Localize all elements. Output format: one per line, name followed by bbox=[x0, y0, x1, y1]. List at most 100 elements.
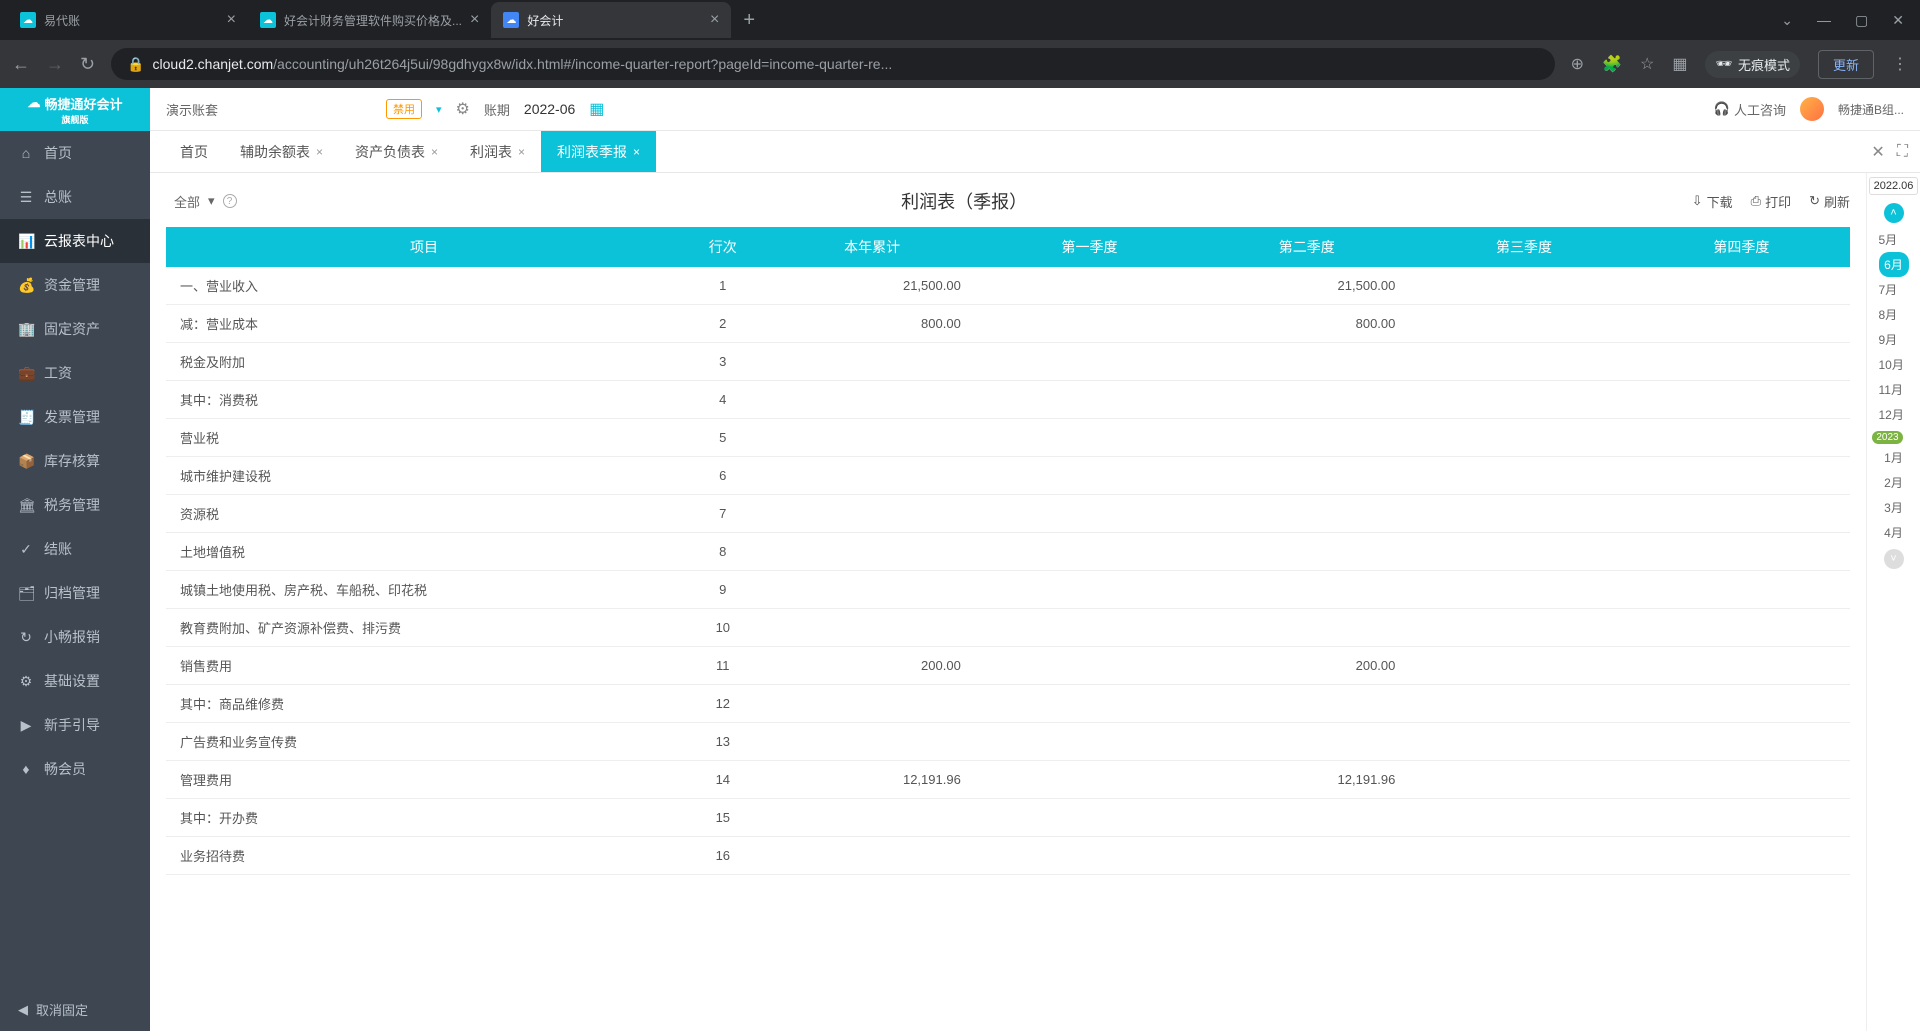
table-row[interactable]: 其中：商品维修费12 bbox=[166, 685, 1850, 723]
tab-close-icon[interactable]: × bbox=[227, 11, 236, 29]
table-cell: 教育费附加、矿产资源补偿费、排污费 bbox=[166, 609, 682, 647]
sidebar-item[interactable]: ✓结账 bbox=[0, 527, 150, 571]
tab-close-icon[interactable]: × bbox=[470, 11, 479, 29]
rail-month[interactable]: 1月 bbox=[1884, 445, 1903, 470]
browser-tab[interactable]: ☁好会计财务管理软件购买价格及...× bbox=[248, 2, 491, 38]
sidebar-item[interactable]: ↻小畅报销 bbox=[0, 615, 150, 659]
tab-close-icon[interactable]: × bbox=[518, 145, 525, 159]
tab-close-icon[interactable]: × bbox=[431, 145, 438, 159]
page-tab[interactable]: 首页 bbox=[164, 131, 224, 172]
update-button[interactable]: 更新 bbox=[1818, 50, 1874, 79]
back-button[interactable]: ← bbox=[12, 54, 30, 75]
disable-badge[interactable]: 禁用 bbox=[386, 99, 422, 119]
rail-month[interactable]: 5月 bbox=[1879, 227, 1909, 252]
bookmark-icon[interactable]: ☆ bbox=[1640, 54, 1654, 74]
table-row[interactable]: 教育费附加、矿产资源补偿费、排污费10 bbox=[166, 609, 1850, 647]
forward-button[interactable]: → bbox=[46, 54, 64, 75]
table-row[interactable]: 减：营业成本2800.00800.00 bbox=[166, 305, 1850, 343]
page-tab[interactable]: 资产负债表× bbox=[339, 131, 454, 172]
tab-close-icon[interactable]: × bbox=[633, 145, 640, 159]
sidebar-item[interactable]: ▶新手引导 bbox=[0, 703, 150, 747]
table-row[interactable]: 城镇土地使用税、房产税、车船税、印花税9 bbox=[166, 571, 1850, 609]
calendar-icon[interactable]: ▦ bbox=[589, 99, 604, 119]
table-row[interactable]: 其中：开办费15 bbox=[166, 799, 1850, 837]
table-row[interactable]: 销售费用11200.00200.00 bbox=[166, 647, 1850, 685]
table-row[interactable]: 城市维护建设税6 bbox=[166, 457, 1850, 495]
rail-year-label[interactable]: 2022.06 bbox=[1869, 177, 1919, 195]
table-cell bbox=[1415, 685, 1632, 723]
sidebar-item[interactable]: 🏢固定资产 bbox=[0, 307, 150, 351]
sidebar-item[interactable]: ☰总账 bbox=[0, 175, 150, 219]
sidebar-item[interactable]: ⚙基础设置 bbox=[0, 659, 150, 703]
rail-month[interactable]: 11月 bbox=[1879, 377, 1909, 402]
rail-month[interactable]: 8月 bbox=[1879, 302, 1909, 327]
refresh-button[interactable]: ↻刷新 bbox=[1809, 192, 1850, 211]
sidebar-item[interactable]: ♦畅会员 bbox=[0, 747, 150, 791]
table-row[interactable]: 其中：消费税4 bbox=[166, 381, 1850, 419]
print-button[interactable]: ⎙打印 bbox=[1751, 192, 1791, 211]
help-icon[interactable]: ? bbox=[223, 194, 237, 208]
download-button[interactable]: ⇩下载 bbox=[1692, 192, 1733, 211]
username[interactable]: 畅捷通B组... bbox=[1838, 101, 1904, 118]
table-cell bbox=[981, 267, 1198, 305]
sidebar-unpin[interactable]: ◀ 取消固定 bbox=[0, 988, 150, 1031]
rail-month[interactable]: 10月 bbox=[1879, 352, 1909, 377]
tab-close-icon[interactable]: × bbox=[316, 145, 323, 159]
sidebar-item[interactable]: 🏛税务管理 bbox=[0, 483, 150, 527]
profile-icon[interactable]: ▦ bbox=[1672, 54, 1687, 74]
address-bar[interactable]: 🔒 cloud2.chanjet.com/accounting/uh26t264… bbox=[111, 48, 1555, 80]
close-all-tabs-icon[interactable]: ✕ bbox=[1871, 142, 1884, 162]
sidebar-item[interactable]: ⌂首页 bbox=[0, 131, 150, 175]
browser-tab[interactable]: ☁易代账× bbox=[8, 2, 248, 38]
pin-icon: ◀ bbox=[18, 1002, 28, 1018]
table-row[interactable]: 营业税5 bbox=[166, 419, 1850, 457]
menu-icon[interactable]: ⋮ bbox=[1892, 54, 1908, 74]
filter-dropdown[interactable]: 全部 ▾ ? bbox=[166, 192, 237, 211]
table-row[interactable]: 税金及附加3 bbox=[166, 343, 1850, 381]
badge-caret-icon[interactable]: ▾ bbox=[436, 103, 442, 116]
sidebar-item[interactable]: 🧾发票管理 bbox=[0, 395, 150, 439]
report-table-scroll[interactable]: 项目行次本年累计第一季度第二季度第三季度第四季度 一、营业收入121,500.0… bbox=[166, 227, 1850, 1031]
logo[interactable]: ☁畅捷通好会计 旗舰版 bbox=[0, 88, 150, 131]
rail-month[interactable]: 3月 bbox=[1884, 495, 1903, 520]
rail-month[interactable]: 7月 bbox=[1879, 277, 1909, 302]
table-row[interactable]: 广告费和业务宣传费13 bbox=[166, 723, 1850, 761]
fullscreen-icon[interactable]: ⛶ bbox=[1897, 143, 1908, 161]
sidebar-item[interactable]: 🗂归档管理 bbox=[0, 571, 150, 615]
rail-scroll-down[interactable]: ˅ bbox=[1884, 549, 1904, 569]
zoom-icon[interactable]: ⊕ bbox=[1571, 54, 1584, 74]
account-name[interactable]: 演示账套 bbox=[166, 100, 218, 119]
settings-gear-icon[interactable]: ⚙ bbox=[456, 99, 470, 119]
page-tab[interactable]: 利润表× bbox=[454, 131, 541, 172]
sidebar-item[interactable]: 📊云报表中心 bbox=[0, 219, 150, 263]
rail-month[interactable]: 2月 bbox=[1884, 470, 1903, 495]
page-tab[interactable]: 利润表季报× bbox=[541, 131, 656, 172]
avatar[interactable] bbox=[1800, 97, 1824, 121]
sidebar-item[interactable]: 💰资金管理 bbox=[0, 263, 150, 307]
extensions-icon[interactable]: 🧩 bbox=[1602, 54, 1622, 74]
table-row[interactable]: 土地增值税8 bbox=[166, 533, 1850, 571]
table-row[interactable]: 管理费用1412,191.9612,191.96 bbox=[166, 761, 1850, 799]
browser-tab[interactable]: ☁好会计× bbox=[491, 2, 731, 38]
window-maximize-icon[interactable]: ▢ bbox=[1855, 12, 1868, 29]
rail-month[interactable]: 4月 bbox=[1884, 520, 1903, 545]
tab-close-icon[interactable]: × bbox=[710, 11, 719, 29]
table-row[interactable]: 一、营业收入121,500.0021,500.00 bbox=[166, 267, 1850, 305]
rail-scroll-up[interactable]: ˄ bbox=[1884, 203, 1904, 223]
table-cell bbox=[764, 609, 981, 647]
window-caret-icon[interactable]: ⌄ bbox=[1781, 12, 1793, 29]
rail-month[interactable]: 9月 bbox=[1879, 327, 1909, 352]
sidebar-item[interactable]: 📦库存核算 bbox=[0, 439, 150, 483]
window-close-icon[interactable]: ✕ bbox=[1892, 12, 1904, 29]
window-minimize-icon[interactable]: — bbox=[1817, 12, 1831, 29]
table-row[interactable]: 资源税7 bbox=[166, 495, 1850, 533]
rail-month[interactable]: 12月 bbox=[1879, 402, 1909, 427]
page-tab[interactable]: 辅助余额表× bbox=[224, 131, 339, 172]
new-tab-button[interactable]: + bbox=[731, 9, 767, 32]
table-row[interactable]: 业务招待费16 bbox=[166, 837, 1850, 875]
help-link[interactable]: 🎧 人工咨询 bbox=[1714, 100, 1786, 119]
rail-month[interactable]: 6月 bbox=[1879, 252, 1909, 277]
period-value[interactable]: 2022-06 bbox=[524, 101, 575, 117]
reload-button[interactable]: ↻ bbox=[80, 54, 95, 75]
sidebar-item[interactable]: 💼工资 bbox=[0, 351, 150, 395]
